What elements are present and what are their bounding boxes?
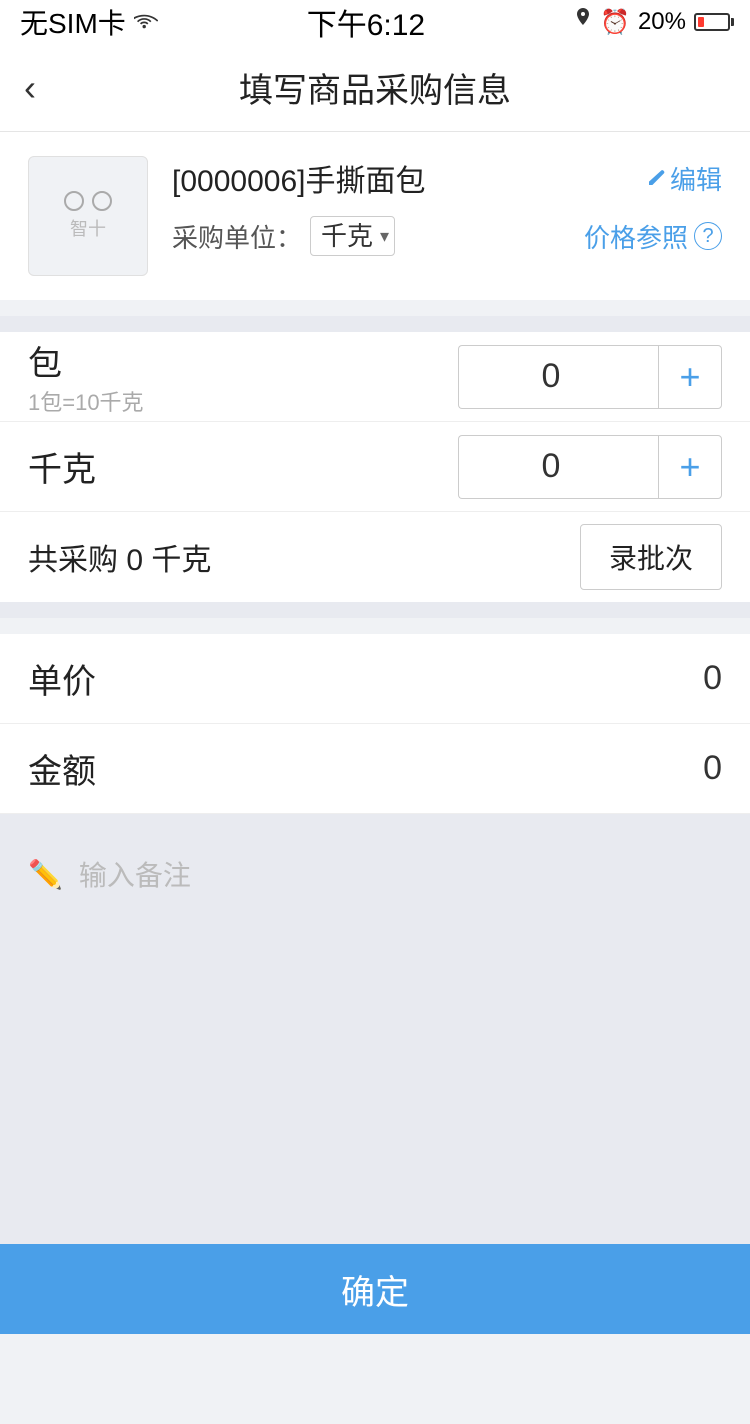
product-section: 智十 [0000006]手撕面包 编辑 采购单位： 千克 <box>0 132 750 300</box>
product-info: [0000006]手撕面包 编辑 采购单位： 千克 包 <box>172 156 722 256</box>
total-text: 共采购 0 千克 <box>28 535 211 579</box>
amount-row: 金额 0 <box>0 724 750 814</box>
unit-select[interactable]: 千克 包 <box>310 216 395 256</box>
unit-price-label: 单价 <box>28 654 96 703</box>
unit-select-wrapper[interactable]: 千克 包 <box>310 216 395 256</box>
bag-quantity-input[interactable] <box>458 345 658 409</box>
kg-label: 千克 <box>28 442 148 491</box>
quantity-section: 包 1包=10千克 + 千克 + 共采购 0 <box>0 332 750 602</box>
bag-label: 包 <box>28 336 148 385</box>
amount-value: 0 <box>703 749 722 788</box>
edit-button[interactable]: 编辑 <box>646 160 722 197</box>
bag-plus-button[interactable]: + <box>658 345 722 409</box>
confirm-bar[interactable]: 确定 <box>0 1244 750 1334</box>
price-section: 单价 0 金额 0 <box>0 634 750 814</box>
section-divider-2 <box>0 602 750 618</box>
status-bar: 无SIM卡 下午6:12 ⏰ 20% <box>0 0 750 44</box>
alarm-icon: ⏰ <box>600 8 630 37</box>
bag-sub-label: 1包=10千克 <box>28 385 148 417</box>
kg-plus-button[interactable]: + <box>658 435 722 499</box>
help-icon: ? <box>694 222 722 250</box>
notes-section[interactable]: ✏️ 输入备注 <box>0 814 750 934</box>
unit-price-row: 单价 0 <box>0 634 750 724</box>
amount-label: 金额 <box>28 744 96 793</box>
notes-placeholder: 输入备注 <box>79 854 191 894</box>
product-name: [0000006]手撕面包 <box>172 156 425 200</box>
battery-percent: 20% <box>638 8 686 36</box>
kg-quantity-input[interactable] <box>458 435 658 499</box>
page-title: 填写商品采购信息 <box>239 63 511 112</box>
back-button[interactable]: ‹ <box>24 67 36 109</box>
unit-label: 采购单位： <box>172 218 302 255</box>
price-ref-button[interactable]: 价格参照 ? <box>584 218 722 255</box>
carrier-label: 无SIM卡 <box>20 2 126 42</box>
status-time: 下午6:12 <box>307 0 425 44</box>
battery-icon <box>694 13 730 31</box>
location-icon <box>574 8 592 37</box>
section-divider-1 <box>0 316 750 332</box>
wifi-icon <box>134 6 158 38</box>
pencil-icon: ✏️ <box>28 858 63 891</box>
quantity-row-kg: 千克 + <box>0 422 750 512</box>
quantity-row-bag: 包 1包=10千克 + <box>0 332 750 422</box>
product-image: 智十 <box>28 156 148 276</box>
unit-price-value: 0 <box>703 659 722 698</box>
nav-bar: ‹ 填写商品采购信息 <box>0 44 750 132</box>
confirm-button-label: 确定 <box>341 1265 409 1314</box>
total-row: 共采购 0 千克 录批次 <box>0 512 750 602</box>
batch-button[interactable]: 录批次 <box>580 524 722 590</box>
